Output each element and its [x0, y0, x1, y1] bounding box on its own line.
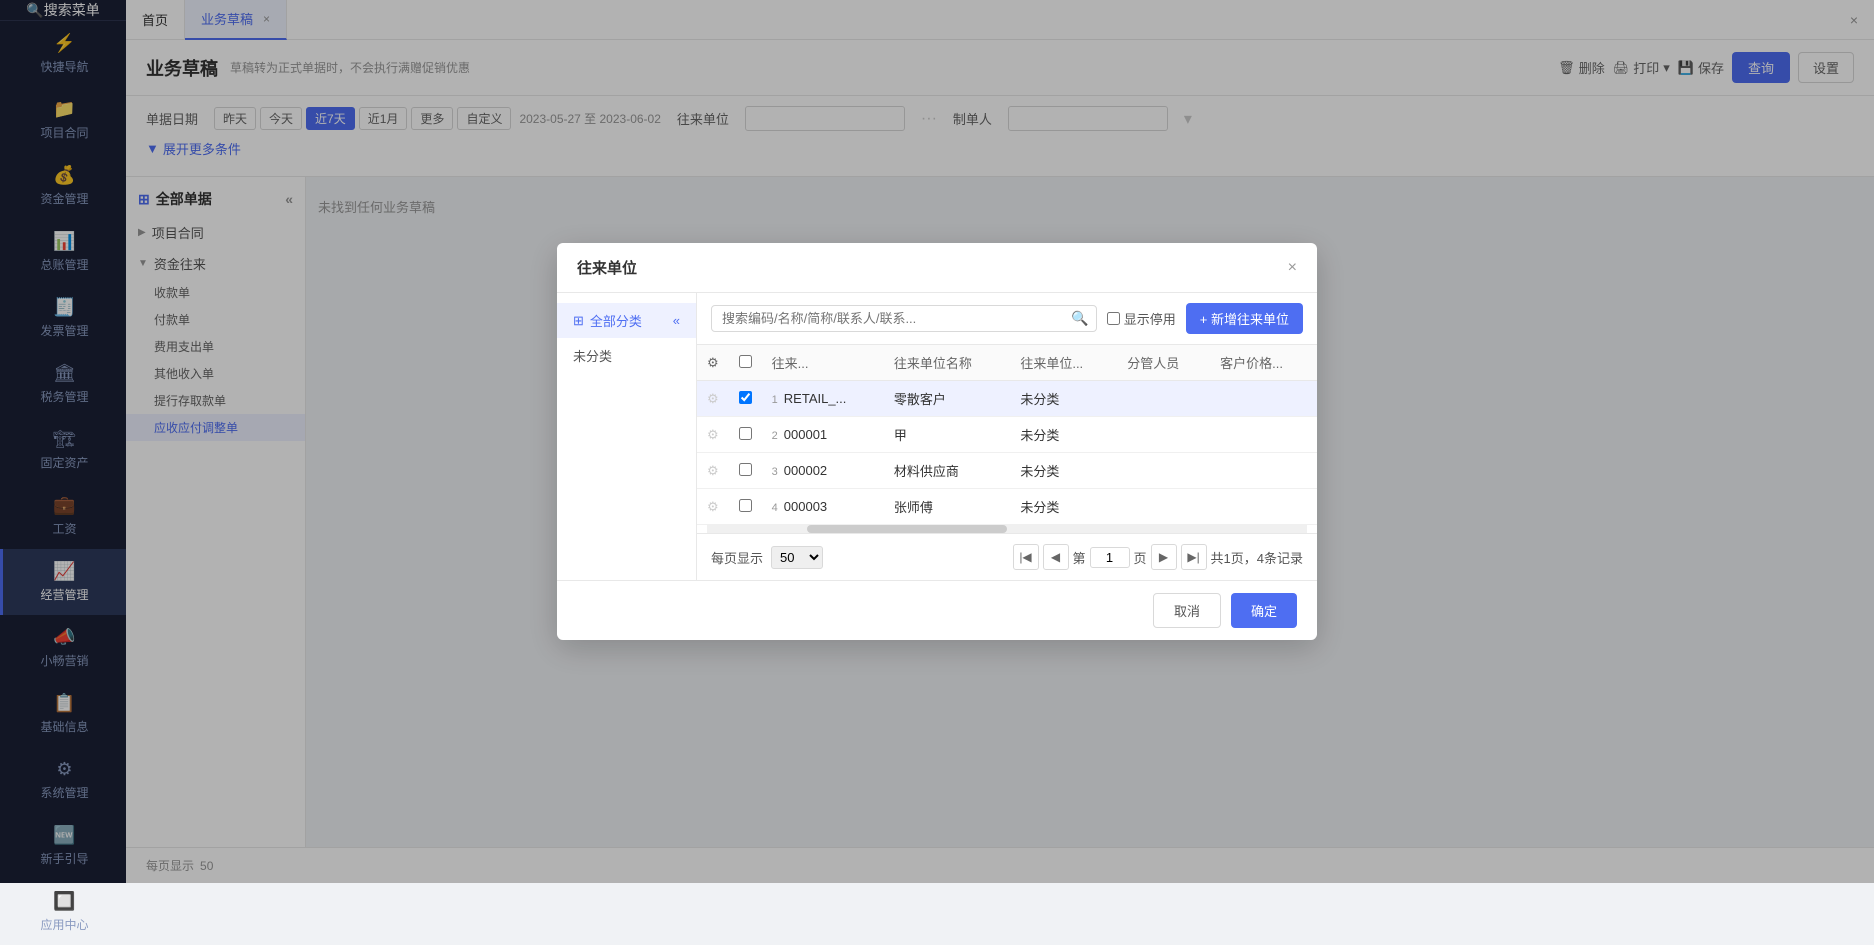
select-all-checkbox[interactable] — [739, 355, 752, 368]
grid-icon: 🔲 — [53, 891, 75, 912]
page-suffix: 页 — [1134, 548, 1147, 567]
partner-table: ⚙ 往来... 往来单位名称 往来单位... — [697, 345, 1317, 525]
row-setting: ⚙ — [697, 489, 729, 525]
row-category: 未分类 — [1010, 453, 1117, 489]
modal-right: 🔍 显示停用 + 新增往来单位 ⚙ — [697, 293, 1317, 580]
row-category: 未分类 — [1010, 489, 1117, 525]
row-checkbox[interactable] — [729, 489, 762, 525]
category-uncategorized[interactable]: 未分类 — [557, 338, 696, 373]
row-checkbox[interactable] — [729, 453, 762, 489]
modal-header: 往来单位 × — [557, 243, 1317, 293]
pagination-left: 每页显示 50 100 — [711, 546, 823, 569]
row-name: 零散客户 — [884, 381, 1010, 417]
col-category-header: 往来单位... — [1010, 345, 1117, 381]
page-label: 第 — [1073, 548, 1086, 567]
col-name-header: 往来单位名称 — [884, 345, 1010, 381]
modal-title: 往来单位 — [577, 257, 637, 278]
row-num: 4000003 — [762, 489, 884, 525]
row-price — [1210, 417, 1317, 453]
row-price — [1210, 489, 1317, 525]
row-category: 未分类 — [1010, 381, 1117, 417]
pagination-right: |◀ ◀ 第 页 ▶ ▶| 共1页，4条记录 — [1013, 544, 1304, 570]
show-disabled-checkbox[interactable]: 显示停用 — [1107, 309, 1176, 328]
row-setting: ⚙ — [697, 453, 729, 489]
horizontal-scrollbar[interactable] — [707, 525, 1307, 533]
row-setting: ⚙ — [697, 417, 729, 453]
next-page-button[interactable]: ▶ — [1151, 544, 1177, 570]
page-number-input[interactable] — [1090, 547, 1130, 568]
partner-search-input[interactable] — [711, 305, 1097, 332]
row-name: 甲 — [884, 417, 1010, 453]
row-manager — [1117, 489, 1210, 525]
search-wrapper: 🔍 — [711, 305, 1097, 332]
add-partner-button[interactable]: + 新增往来单位 — [1186, 303, 1303, 334]
row-manager — [1117, 381, 1210, 417]
col-setting: ⚙ — [697, 345, 729, 381]
disabled-checkbox[interactable] — [1107, 312, 1120, 325]
col-code-header: 往来... — [762, 345, 884, 381]
modal-table: ⚙ 往来... 往来单位名称 往来单位... — [697, 345, 1317, 525]
modal-categories: ⊞ 全部分类 « 未分类 — [557, 293, 697, 580]
row-name: 材料供应商 — [884, 453, 1010, 489]
row-num: 3000002 — [762, 453, 884, 489]
prev-page-button[interactable]: ◀ — [1043, 544, 1069, 570]
total-records: 共1页，4条记录 — [1211, 548, 1303, 567]
last-page-button[interactable]: ▶| — [1181, 544, 1207, 570]
grid-icon: ⊞ — [573, 313, 584, 329]
table-header-row: ⚙ 往来... 往来单位名称 往来单位... — [697, 345, 1317, 381]
modal-footer: 取消 确定 — [557, 580, 1317, 640]
col-manager-header: 分管人员 — [1117, 345, 1210, 381]
confirm-button[interactable]: 确定 — [1231, 593, 1297, 628]
per-page-select[interactable]: 50 100 — [771, 546, 823, 569]
table-row[interactable]: ⚙ 2000001 甲 未分类 — [697, 417, 1317, 453]
sidebar-label-appcenter: 应用中心 — [40, 916, 88, 933]
modal-toolbar: 🔍 显示停用 + 新增往来单位 — [697, 293, 1317, 345]
table-row[interactable]: ⚙ 1RETAIL_... 零散客户 未分类 — [697, 381, 1317, 417]
row-manager — [1117, 453, 1210, 489]
table-row[interactable]: ⚙ 3000002 材料供应商 未分类 — [697, 453, 1317, 489]
modal-close-button[interactable]: × — [1288, 259, 1297, 277]
scrollbar-thumb[interactable] — [807, 525, 1007, 533]
col-check — [729, 345, 762, 381]
search-icon: 🔍 — [1071, 310, 1088, 327]
row-name: 张师傅 — [884, 489, 1010, 525]
modal-overlay: 往来单位 × ⊞ 全部分类 « 未分类 — [0, 0, 1874, 883]
col-price-header: 客户价格... — [1210, 345, 1317, 381]
row-checkbox[interactable] — [729, 417, 762, 453]
row-checkbox[interactable] — [729, 381, 762, 417]
cancel-button[interactable]: 取消 — [1153, 593, 1221, 628]
sidebar-item-appcenter[interactable]: 🔲 应用中心 — [0, 879, 126, 945]
row-setting: ⚙ — [697, 381, 729, 417]
modal-pagination: 每页显示 50 100 |◀ ◀ 第 页 ▶ ▶| 共 — [697, 533, 1317, 580]
modal-body: ⊞ 全部分类 « 未分类 🔍 显示停 — [557, 293, 1317, 580]
table-row[interactable]: ⚙ 4000003 张师傅 未分类 — [697, 489, 1317, 525]
row-price — [1210, 381, 1317, 417]
row-category: 未分类 — [1010, 417, 1117, 453]
row-num: 2000001 — [762, 417, 884, 453]
category-all[interactable]: ⊞ 全部分类 « — [557, 303, 696, 338]
row-manager — [1117, 417, 1210, 453]
row-price — [1210, 453, 1317, 489]
collapse-categories-icon[interactable]: « — [673, 313, 680, 328]
first-page-button[interactable]: |◀ — [1013, 544, 1039, 570]
per-page-label: 每页显示 — [711, 548, 763, 567]
row-num: 1RETAIL_... — [762, 381, 884, 417]
partner-modal: 往来单位 × ⊞ 全部分类 « 未分类 — [557, 243, 1317, 640]
